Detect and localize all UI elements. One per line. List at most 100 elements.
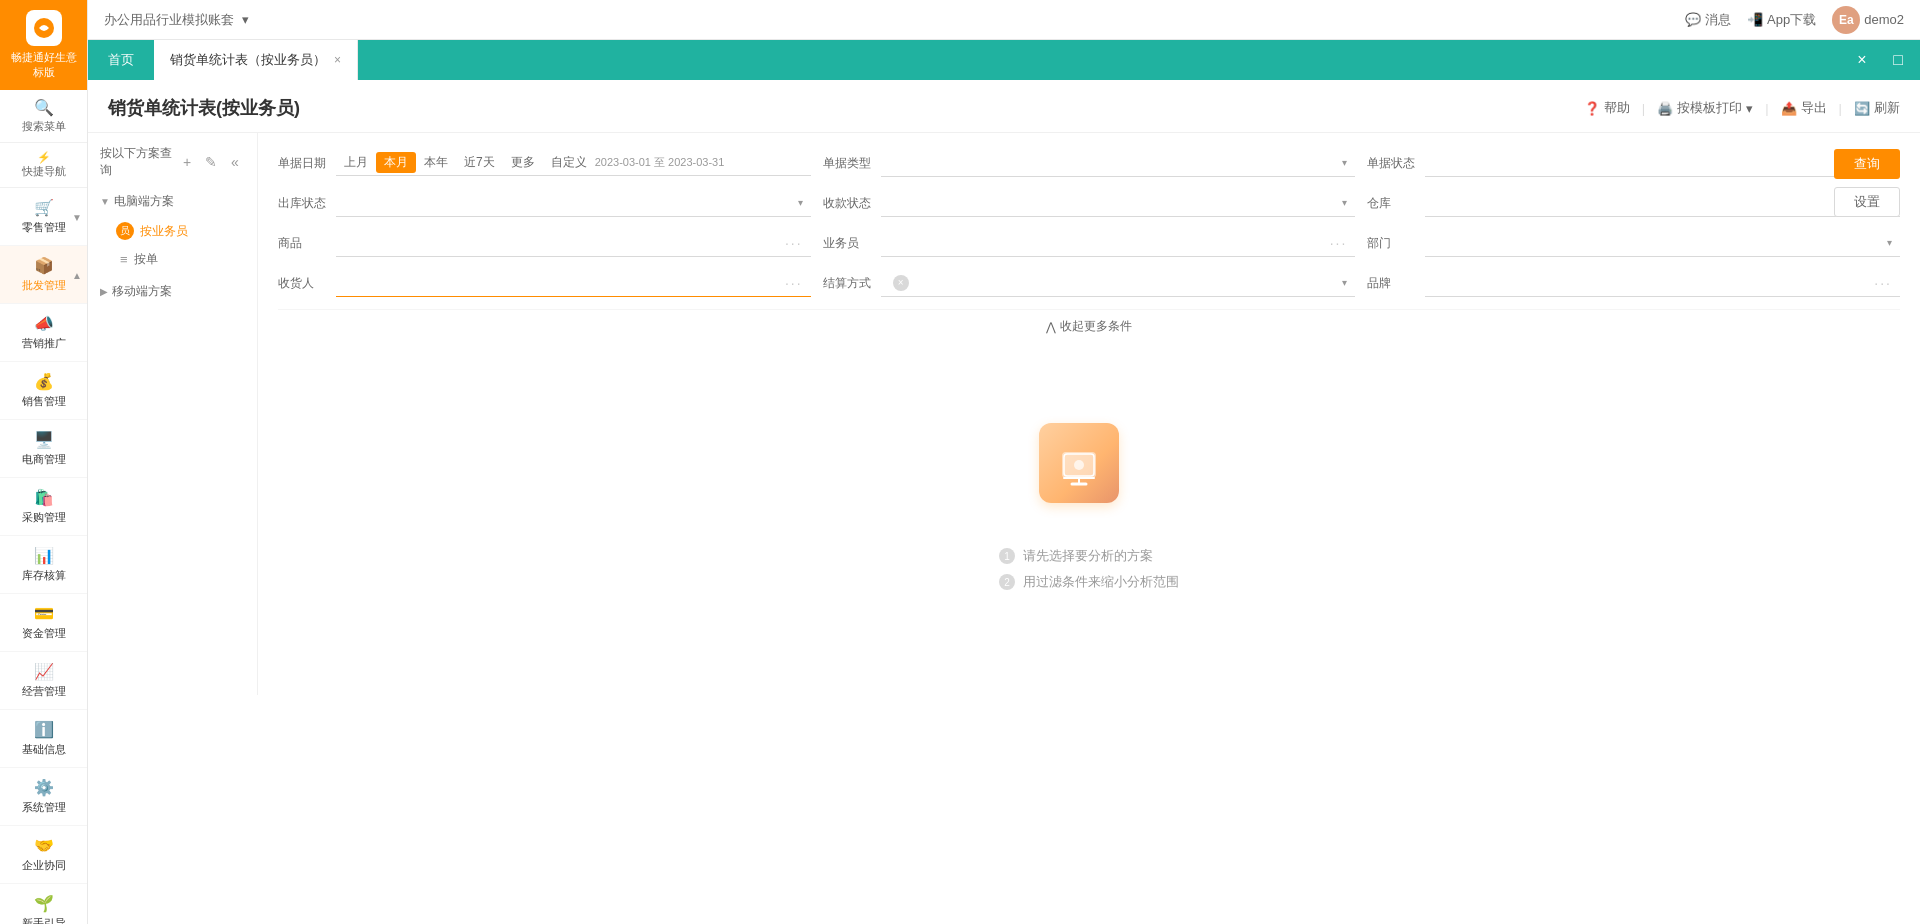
doc-status-select[interactable]: ▾ bbox=[1425, 149, 1900, 177]
search-menu-item[interactable]: 🔍 搜索菜单 bbox=[0, 90, 87, 143]
app-download-icon: 📲 bbox=[1747, 12, 1763, 27]
date-btn-this-month[interactable]: 本月 bbox=[376, 152, 416, 173]
salesperson-select[interactable]: ··· bbox=[881, 229, 1356, 257]
tab-bar-controls: × □ bbox=[1848, 46, 1920, 74]
tab-sales-statistics[interactable]: 销货单统计表（按业务员） × bbox=[154, 40, 358, 80]
purchase-label: 采购管理 bbox=[22, 510, 66, 525]
collapse-up-icon: ⋀ bbox=[1046, 320, 1056, 334]
sidebar-item-inventory[interactable]: 📊 库存核算 bbox=[0, 536, 87, 594]
sidebar-item-wholesale[interactable]: 📦 批发管理 ▲ bbox=[0, 246, 87, 304]
warehouse-select[interactable]: ··· bbox=[1425, 189, 1900, 217]
sidebar-item-purchase[interactable]: 🛍️ 采购管理 bbox=[0, 478, 87, 536]
scheme-panel: 按以下方案查询 + ✎ « bbox=[88, 133, 258, 695]
sidebar-item-retail[interactable]: 🛒 零售管理 ▼ bbox=[0, 188, 87, 246]
product-label: 商品 bbox=[278, 235, 328, 252]
sales-icon: 💰 bbox=[34, 372, 54, 391]
date-btn-last-month[interactable]: 上月 bbox=[336, 150, 376, 175]
scheme-item-salesperson[interactable]: 员 按业务员 bbox=[88, 216, 257, 246]
edit-scheme-btn[interactable]: ✎ bbox=[201, 152, 221, 172]
app-download-label: App下载 bbox=[1767, 11, 1816, 29]
settlement-tag-close[interactable]: × bbox=[893, 275, 909, 291]
collapse-scheme-btn[interactable]: « bbox=[225, 152, 245, 172]
consignee-input[interactable]: ··· bbox=[336, 269, 811, 297]
out-status-select[interactable]: ▾ bbox=[336, 189, 811, 217]
date-btn-more[interactable]: 更多 bbox=[503, 150, 543, 175]
page-actions: ❓ 帮助 | 🖨️ 按模板打印 ▾ | 📤 导出 | bbox=[1584, 99, 1900, 117]
help-btn[interactable]: ❓ 帮助 bbox=[1584, 99, 1630, 117]
divider3: | bbox=[1839, 101, 1842, 116]
app-download-btn[interactable]: 📲 App下载 bbox=[1747, 11, 1816, 29]
export-btn[interactable]: 📤 导出 bbox=[1781, 99, 1827, 117]
sidebar-item-system[interactable]: ⚙️ 系统管理 bbox=[0, 768, 87, 826]
operations-icon: 📈 bbox=[34, 662, 54, 681]
department-arrow: ▾ bbox=[1887, 237, 1892, 248]
product-select[interactable]: ··· bbox=[336, 229, 811, 257]
consignee-dots: ··· bbox=[785, 275, 803, 291]
quick-nav-item[interactable]: ⚡ 快捷导航 bbox=[0, 143, 87, 188]
app-logo[interactable]: 畅捷通好生意 标版 bbox=[0, 0, 88, 90]
message-btn[interactable]: 💬 消息 bbox=[1685, 11, 1731, 29]
desktop-group-text: 电脑端方案 bbox=[114, 193, 174, 210]
doc-type-select[interactable]: ▾ bbox=[881, 149, 1356, 177]
operations-label: 经营管理 bbox=[22, 684, 66, 699]
content-area: 销货单统计表(按业务员) ❓ 帮助 | 🖨️ 按模板打印 ▾ | 📤 bbox=[88, 80, 1920, 924]
window-maximize-btn[interactable]: □ bbox=[1884, 46, 1912, 74]
wholesale-expand-icon: ▲ bbox=[72, 269, 82, 280]
filter-row-2: 出库状态 ▾ 收款状态 ▾ bbox=[278, 189, 1900, 217]
sidebar-item-enterprise[interactable]: 🤝 企业协同 bbox=[0, 826, 87, 884]
doc-type-label: 单据类型 bbox=[823, 155, 873, 172]
settlement-select[interactable]: × ▾ bbox=[881, 269, 1356, 297]
date-btn-custom[interactable]: 自定义 bbox=[543, 150, 595, 175]
filter-action-btns: 查询 设置 bbox=[1834, 149, 1900, 217]
sidebar-item-newbie[interactable]: 🌱 新手引导 bbox=[0, 884, 87, 924]
scheme-sub-item-order[interactable]: ≡ 按单 bbox=[88, 246, 257, 273]
add-scheme-btn[interactable]: + bbox=[177, 152, 197, 172]
mobile-scheme-group[interactable]: ▶ 移动端方案 bbox=[88, 277, 257, 306]
home-tab-label: 首页 bbox=[108, 51, 134, 69]
query-btn[interactable]: 查询 bbox=[1834, 149, 1900, 179]
date-btn-7days[interactable]: 近7天 bbox=[456, 150, 503, 175]
desktop-group-label[interactable]: ▼ 电脑端方案 bbox=[88, 187, 257, 216]
empty-state: 1 请先选择要分析的方案 2 用过滤条件来缩小分析范围 bbox=[278, 343, 1900, 679]
system-icon: ⚙️ bbox=[34, 778, 54, 797]
filter-warehouse: 仓库 ··· bbox=[1367, 189, 1900, 217]
sidebar-item-finance[interactable]: 💳 资金管理 bbox=[0, 594, 87, 652]
department-select[interactable]: ▾ bbox=[1425, 229, 1900, 257]
desktop-scheme-group: ▼ 电脑端方案 员 按业务员 ≡ 按单 bbox=[88, 187, 257, 273]
collapse-btn[interactable]: ⋀ 收起更多条件 bbox=[1046, 318, 1132, 335]
quick-nav-icon: ⚡ bbox=[37, 151, 51, 164]
print-icon: 🖨️ bbox=[1657, 101, 1673, 116]
sidebar-item-operations[interactable]: 📈 经营管理 bbox=[0, 652, 87, 710]
breadcrumb-text: 办公用品行业模拟账套 bbox=[104, 11, 234, 29]
mobile-group-text: 移动端方案 bbox=[112, 283, 172, 300]
date-btn-this-year[interactable]: 本年 bbox=[416, 150, 456, 175]
empty-tip-1: 1 请先选择要分析的方案 bbox=[999, 547, 1179, 565]
settings-btn[interactable]: 设置 bbox=[1834, 187, 1900, 217]
export-icon: 📤 bbox=[1781, 101, 1797, 116]
tab-home[interactable]: 首页 bbox=[88, 40, 154, 80]
sidebar-item-basic[interactable]: ℹ️ 基础信息 bbox=[0, 710, 87, 768]
refresh-btn[interactable]: 🔄 刷新 bbox=[1854, 99, 1900, 117]
basic-icon: ℹ️ bbox=[34, 720, 54, 739]
inventory-icon: 📊 bbox=[34, 546, 54, 565]
tab-close-btn[interactable]: × bbox=[334, 53, 341, 67]
purchase-icon: 🛍️ bbox=[34, 488, 54, 507]
sidebar-item-ecommerce[interactable]: 🖥️ 电商管理 bbox=[0, 420, 87, 478]
sidebar-item-sales[interactable]: 💰 销售管理 bbox=[0, 362, 87, 420]
refresh-icon: 🔄 bbox=[1854, 101, 1870, 116]
receipt-status-arrow: ▾ bbox=[1342, 197, 1347, 208]
breadcrumb[interactable]: 办公用品行业模拟账套 ▾ bbox=[104, 11, 249, 29]
receipt-status-select[interactable]: ▾ bbox=[881, 189, 1356, 217]
receipt-status-label: 收款状态 bbox=[823, 195, 873, 212]
template-print-btn[interactable]: 🖨️ 按模板打印 ▾ bbox=[1657, 99, 1753, 117]
brand-select[interactable]: ··· bbox=[1425, 269, 1900, 297]
window-close-btn[interactable]: × bbox=[1848, 46, 1876, 74]
user-profile[interactable]: Ea demo2 bbox=[1832, 6, 1904, 34]
page-header: 销货单统计表(按业务员) ❓ 帮助 | 🖨️ 按模板打印 ▾ | 📤 bbox=[88, 80, 1920, 133]
sidebar-item-marketing[interactable]: 📣 营销推广 bbox=[0, 304, 87, 362]
filter-settlement: 结算方式 × ▾ bbox=[823, 269, 1356, 297]
product-dots: ··· bbox=[785, 235, 803, 251]
search-icon: 🔍 bbox=[34, 98, 54, 117]
brand-dots: ··· bbox=[1874, 275, 1892, 291]
message-icon: 💬 bbox=[1685, 12, 1701, 27]
